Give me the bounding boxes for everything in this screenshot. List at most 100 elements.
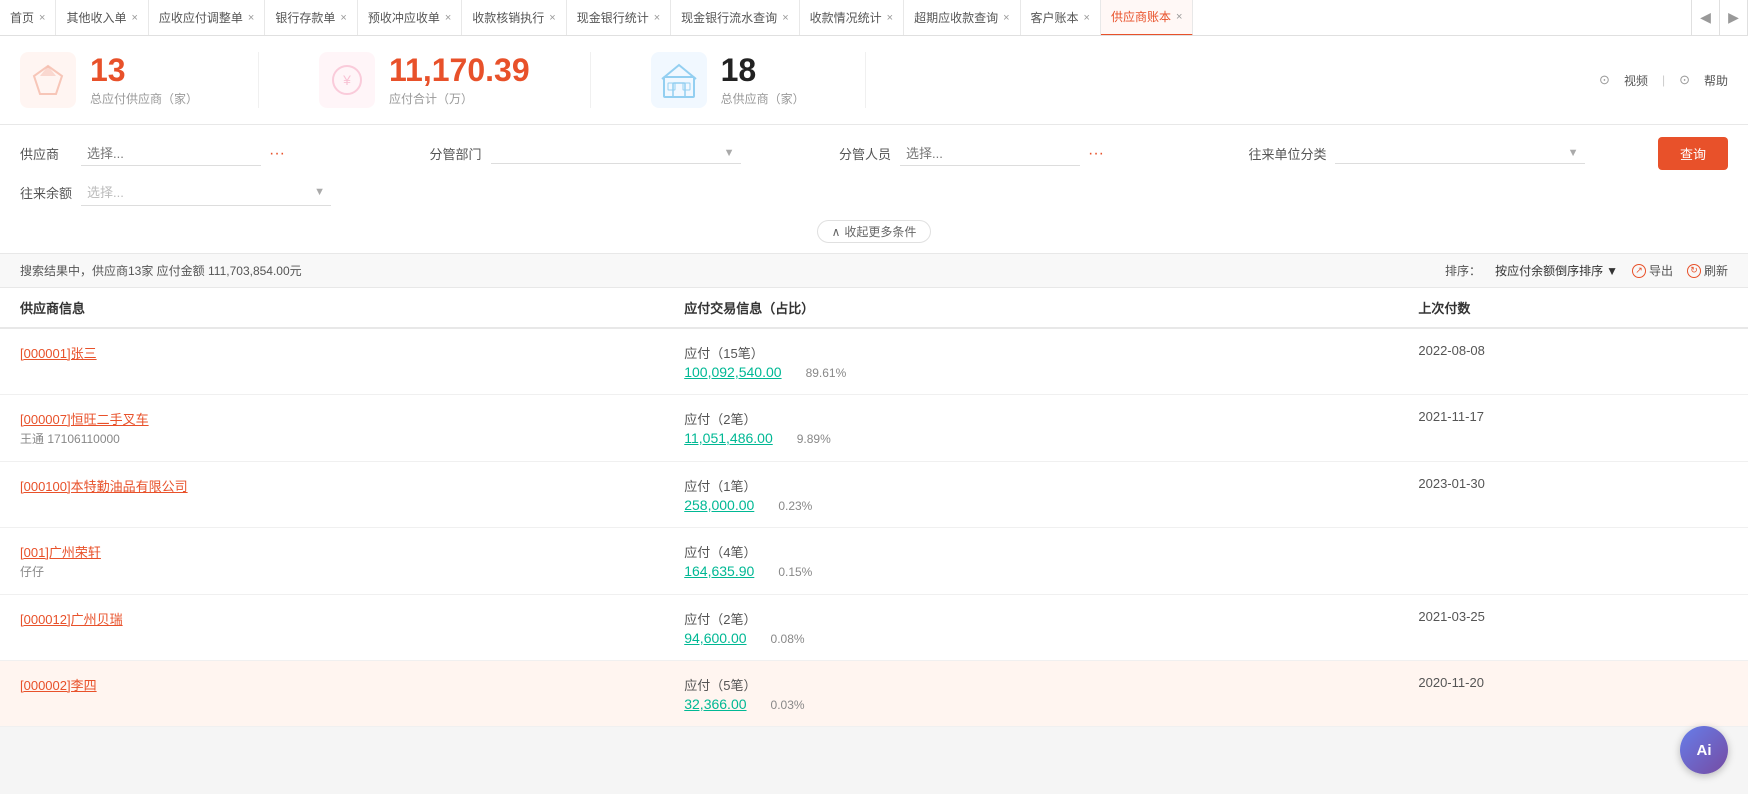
nav-tab-label: 现金银行统计 (577, 9, 649, 26)
payable-info-cell: 应付（15笔） 100,092,540.00 89.61% (664, 328, 1398, 395)
balance-filter-select[interactable]: 选择... ▼ (81, 178, 331, 206)
table-row: [000100]本特勤油品有限公司 应付（1笔） 258,000.00 0.23… (0, 462, 1748, 528)
supplier-link[interactable]: [000012]广州贝瑞 (20, 609, 644, 628)
nav-tab-bank-deposit[interactable]: 银行存款单× (265, 0, 357, 36)
supplier-sub-info: 仔仔 (20, 563, 644, 580)
nav-tab-close-receipt-exec[interactable]: × (549, 12, 555, 24)
refresh-button[interactable]: ↻ 刷新 (1687, 262, 1728, 279)
filter-unit-type: 往来单位分类 ▼ (1249, 143, 1649, 164)
person-filter-input[interactable] (900, 142, 1080, 166)
nav-tab-label: 客户账本 (1031, 9, 1079, 26)
unit-type-filter-select[interactable]: ▼ (1335, 143, 1585, 164)
table-row: [000002]李四 应付（5笔） 32,366.00 0.03% 2020-1… (0, 661, 1748, 727)
nav-tab-home[interactable]: 首页× (0, 0, 56, 36)
refresh-icon: ↻ (1687, 264, 1701, 278)
export-icon: ↗ (1632, 264, 1646, 278)
nav-prev-arrow[interactable]: ◀ (1692, 0, 1720, 36)
supplier-table: 供应商信息 应付交易信息（占比） 上次付数 [000001]张三 应付（15笔）… (0, 288, 1748, 727)
nav-tab-overdue-ar[interactable]: 超期应收款查询× (904, 0, 1020, 36)
payable-amount[interactable]: 11,051,486.00 (684, 430, 773, 446)
payable-label: 应付（2笔） (684, 612, 756, 627)
supplier-info-cell: [001]广州荣轩 仔仔 (0, 528, 664, 595)
stat-payable-total: ¥ 11,170.39 应付合计（万） (319, 52, 591, 108)
help-link[interactable]: 帮助 (1704, 72, 1728, 89)
last-pay-cell: 2020-11-20 (1398, 661, 1748, 727)
payable-pct: 0.03% (771, 698, 805, 712)
payable-amount[interactable]: 164,635.90 (684, 563, 754, 579)
sort-label: 排序： (1445, 262, 1481, 279)
nav-tab-close-ar-ap-adjust[interactable]: × (248, 12, 254, 24)
nav-tab-close-customer-ledger[interactable]: × (1084, 12, 1090, 24)
nav-tab-cash-bank-flow[interactable]: 现金银行流水查询 × (671, 0, 799, 36)
supplier-filter-label: 供应商 (20, 144, 75, 163)
nav-tab-close-home[interactable]: × (39, 12, 45, 24)
export-button[interactable]: ↗ 导出 (1632, 262, 1673, 279)
nav-tab-close-cash-bank-flow[interactable]: × (782, 12, 788, 24)
table-row: [000007]恒旺二手叉车 王通 17106110000 应付（2笔） 11,… (0, 395, 1748, 462)
collapse-label: 收起更多条件 (844, 223, 916, 240)
circle-help-icon: ⊙ (1679, 72, 1690, 88)
payable-amount[interactable]: 94,600.00 (684, 630, 746, 646)
nav-tab-customer-ledger[interactable]: 客户账本 × (1021, 0, 1101, 36)
supplier-link[interactable]: [000100]本特勤油品有限公司 (20, 476, 644, 495)
payable-info-cell: 应付（2笔） 11,051,486.00 9.89% (664, 395, 1398, 462)
filter-supplier: 供应商 ··· (20, 142, 420, 166)
last-pay-date: 2022-08-08 (1418, 343, 1485, 358)
supplier-info-cell: [000012]广州贝瑞 (0, 595, 664, 661)
dept-filter-select[interactable]: ▼ (491, 143, 741, 164)
supplier-link[interactable]: [000002]李四 (20, 675, 644, 694)
sort-value[interactable]: 按应付余额倒序排序 ▼ (1495, 262, 1618, 279)
table-container: 供应商信息 应付交易信息（占比） 上次付数 [000001]张三 应付（15笔）… (0, 288, 1748, 727)
ai-assistant-button[interactable]: Ai (1680, 726, 1728, 774)
supplier-dots-icon[interactable]: ··· (269, 145, 285, 163)
collapse-button[interactable]: ∧ 收起更多条件 (817, 220, 932, 243)
nav-tab-receipt-stat[interactable]: 收款情况统计 × (800, 0, 904, 36)
supplier-link[interactable]: [001]广州荣轩 (20, 542, 644, 561)
total-payable-suppliers-label: 总应付供应商（家） (90, 90, 198, 107)
person-dots-icon[interactable]: ··· (1088, 145, 1104, 163)
stat-text-total-suppliers: 18 总供应商（家） (721, 54, 805, 107)
filter-row-1: 供应商 ··· 分管部门 ▼ 分管人员 ··· 往来单位分类 ▼ 查询 (20, 137, 1728, 170)
payable-label: 应付（4笔） (684, 545, 756, 560)
stat-total-suppliers: 18 总供应商（家） (651, 52, 866, 108)
last-pay-date: 2020-11-20 (1418, 675, 1484, 690)
last-pay-cell: 2022-08-08 (1398, 328, 1748, 395)
video-link[interactable]: 视频 (1624, 72, 1648, 89)
nav-tab-supplier-ledger[interactable]: 供应商账本× (1101, 0, 1193, 36)
nav-tab-close-supplier-ledger[interactable]: × (1176, 11, 1182, 23)
filter-balance: 往来余额 选择... ▼ (20, 178, 1728, 206)
nav-tab-close-overdue-ar[interactable]: × (1003, 12, 1009, 24)
last-pay-date: 2023-01-30 (1418, 476, 1485, 491)
stat-icon-payable: ¥ (319, 52, 375, 108)
nav-tab-close-other-income[interactable]: × (131, 12, 137, 24)
payable-pct: 0.23% (778, 499, 812, 513)
nav-tab-close-prepay-ar[interactable]: × (445, 12, 451, 24)
nav-tab-label: 现金银行流水查询 (681, 9, 777, 26)
nav-tab-ar-ap-adjust[interactable]: 应收应付调整单× (149, 0, 265, 36)
nav-next-arrow[interactable]: ▶ (1720, 0, 1748, 36)
nav-tab-close-bank-deposit[interactable]: × (340, 12, 346, 24)
query-button[interactable]: 查询 (1658, 137, 1728, 170)
nav-tab-other-income[interactable]: 其他收入单× (56, 0, 148, 36)
dept-filter-label: 分管部门 (430, 144, 485, 163)
payable-amount[interactable]: 32,366.00 (684, 696, 746, 712)
supplier-info-cell: [000007]恒旺二手叉车 王通 17106110000 (0, 395, 664, 462)
supplier-link[interactable]: [000001]张三 (20, 343, 644, 362)
payable-amount[interactable]: 258,000.00 (684, 497, 754, 513)
nav-tab-close-cash-bank-stat[interactable]: × (654, 12, 660, 24)
nav-tab-prepay-ar[interactable]: 预收冲应收单× (358, 0, 462, 36)
nav-tab-receipt-exec[interactable]: 收款核销执行 × (462, 0, 566, 36)
svg-text:¥: ¥ (342, 72, 351, 88)
nav-tab-label: 收款情况统计 (810, 9, 882, 26)
supplier-link[interactable]: [000007]恒旺二手叉车 (20, 409, 644, 428)
filter-dept: 分管部门 ▼ (430, 143, 830, 164)
results-right-actions: 排序： 按应付余额倒序排序 ▼ ↗ 导出 ↻ 刷新 (1445, 262, 1728, 279)
payable-pct: 9.89% (797, 432, 831, 446)
nav-tab-label: 收款核销执行 (472, 9, 544, 26)
collapse-bar: ∧ 收起更多条件 (20, 214, 1728, 245)
payable-amount[interactable]: 100,092,540.00 (684, 364, 781, 380)
nav-tab-close-receipt-stat[interactable]: × (887, 12, 893, 24)
nav-tab-cash-bank-stat[interactable]: 现金银行统计 × (567, 0, 671, 36)
supplier-filter-input[interactable] (81, 142, 261, 166)
payable-pct: 89.61% (806, 366, 847, 380)
